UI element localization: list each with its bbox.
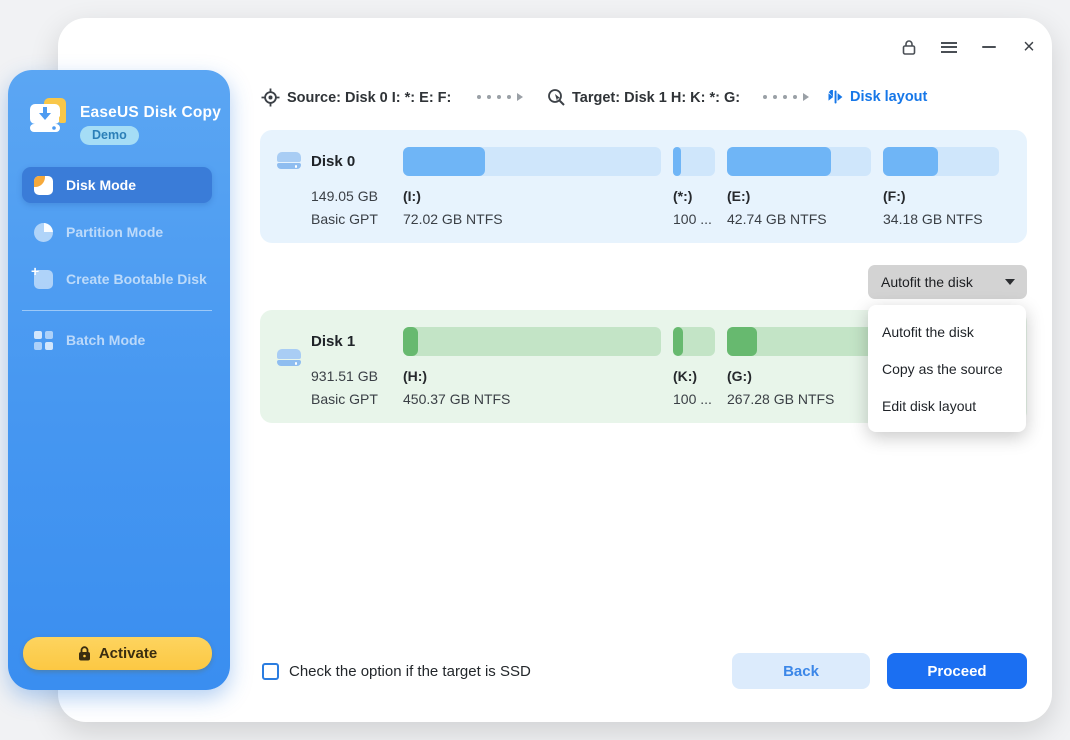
minimize-button[interactable]: [978, 36, 1000, 58]
partition-info: 450.37 GB NTFS: [403, 391, 510, 407]
partition-bar[interactable]: [883, 147, 999, 176]
sidebar-item-label: Create Bootable Disk: [66, 271, 207, 287]
disk-layout-step[interactable]: Disk layout: [828, 89, 927, 105]
target-disk-name: Disk 1: [311, 333, 355, 350]
source-step-icon: [261, 88, 280, 112]
ssd-checkbox-label: Check the option if the target is SSD: [289, 663, 531, 680]
partition-label: (H:): [403, 368, 427, 384]
menu-item-edit-disk-layout[interactable]: Edit disk layout: [868, 387, 1026, 424]
partition-bar[interactable]: [403, 327, 661, 356]
partition-info: 100 ...: [673, 391, 712, 407]
source-disk-name: Disk 0: [311, 153, 355, 170]
layout-mode-selected: Autofit the disk: [881, 274, 973, 290]
sidebar-item-partition-mode[interactable]: Partition Mode: [22, 214, 212, 250]
flow-arrow-dots: [477, 93, 523, 101]
sidebar-divider: [22, 310, 212, 311]
sidebar-item-label: Disk Mode: [66, 177, 136, 193]
flow-arrow-dots: [763, 93, 809, 101]
partition-info: 72.02 GB NTFS: [403, 211, 503, 227]
target-summary: Target: Disk 1 H: K: *: G:: [572, 90, 740, 106]
create-bootable-disk-icon: [34, 270, 53, 289]
source-disk-size: 149.05 GB: [311, 188, 378, 204]
partition-label: (*:): [673, 188, 692, 204]
partition-info: 34.18 GB NTFS: [883, 211, 983, 227]
partition-info: 42.74 GB NTFS: [727, 211, 827, 227]
partition-bar[interactable]: [403, 147, 661, 176]
partition-label: (G:): [727, 368, 752, 384]
back-button[interactable]: Back: [732, 653, 870, 689]
activate-label: Activate: [99, 645, 157, 662]
source-disk-type: Basic GPT: [311, 211, 378, 227]
disk-layout-icon: [828, 90, 843, 104]
demo-badge: Demo: [80, 126, 139, 145]
license-lock-button[interactable]: [898, 36, 920, 58]
lock-icon: [901, 39, 917, 56]
target-disk-size: 931.51 GB: [311, 368, 378, 384]
partition-info: 100 ...: [673, 211, 712, 227]
layout-mode-dropdown[interactable]: Autofit the disk: [868, 265, 1027, 299]
partition-bar[interactable]: [727, 147, 871, 176]
layout-mode-menu: Autofit the disk Copy as the source Edit…: [868, 305, 1026, 432]
disk-drive-icon: [277, 152, 301, 169]
sidebar-item-disk-mode[interactable]: Disk Mode: [22, 167, 212, 203]
sidebar-item-batch-mode[interactable]: Batch Mode: [22, 322, 212, 358]
ssd-checkbox[interactable]: [262, 663, 279, 680]
main-menu-button[interactable]: [938, 36, 960, 58]
sidebar: [8, 70, 230, 690]
disk-copy-logo-icon: [28, 96, 72, 138]
partition-label: (I:): [403, 188, 421, 204]
hamburger-menu-icon: [941, 42, 957, 53]
menu-item-copy-as-source[interactable]: Copy as the source: [868, 350, 1026, 387]
activate-lock-icon: [78, 646, 91, 661]
sidebar-item-create-bootable-disk[interactable]: Create Bootable Disk: [22, 261, 212, 297]
partition-label: (E:): [727, 188, 750, 204]
partition-mode-icon: [34, 223, 53, 242]
partition-bar[interactable]: [673, 147, 715, 176]
source-summary: Source: Disk 0 I: *: E: F:: [287, 90, 451, 106]
app-logo: [28, 96, 72, 138]
minimize-icon: [982, 46, 996, 48]
batch-mode-icon: [34, 331, 53, 350]
chevron-down-icon: [1005, 279, 1015, 285]
partition-info: 267.28 GB NTFS: [727, 391, 834, 407]
disk-drive-icon: [277, 349, 301, 366]
activate-button[interactable]: Activate: [23, 637, 212, 670]
sidebar-item-label: Partition Mode: [66, 224, 163, 240]
proceed-button[interactable]: Proceed: [887, 653, 1027, 689]
source-partition-map: (I:) 72.02 GB NTFS (*:) 100 ... (E:) 42.…: [403, 147, 1003, 237]
sidebar-item-label: Batch Mode: [66, 332, 145, 348]
close-button[interactable]: ×: [1018, 36, 1040, 58]
menu-item-autofit[interactable]: Autofit the disk: [868, 313, 1026, 350]
close-icon: ×: [1023, 37, 1035, 57]
disk-layout-label: Disk layout: [850, 89, 927, 105]
target-disk-type: Basic GPT: [311, 391, 378, 407]
partition-label: (F:): [883, 188, 906, 204]
disk-mode-icon: [34, 176, 53, 195]
partition-bar[interactable]: [673, 327, 715, 356]
target-step-icon: [547, 88, 566, 112]
partition-label: (K:): [673, 368, 697, 384]
